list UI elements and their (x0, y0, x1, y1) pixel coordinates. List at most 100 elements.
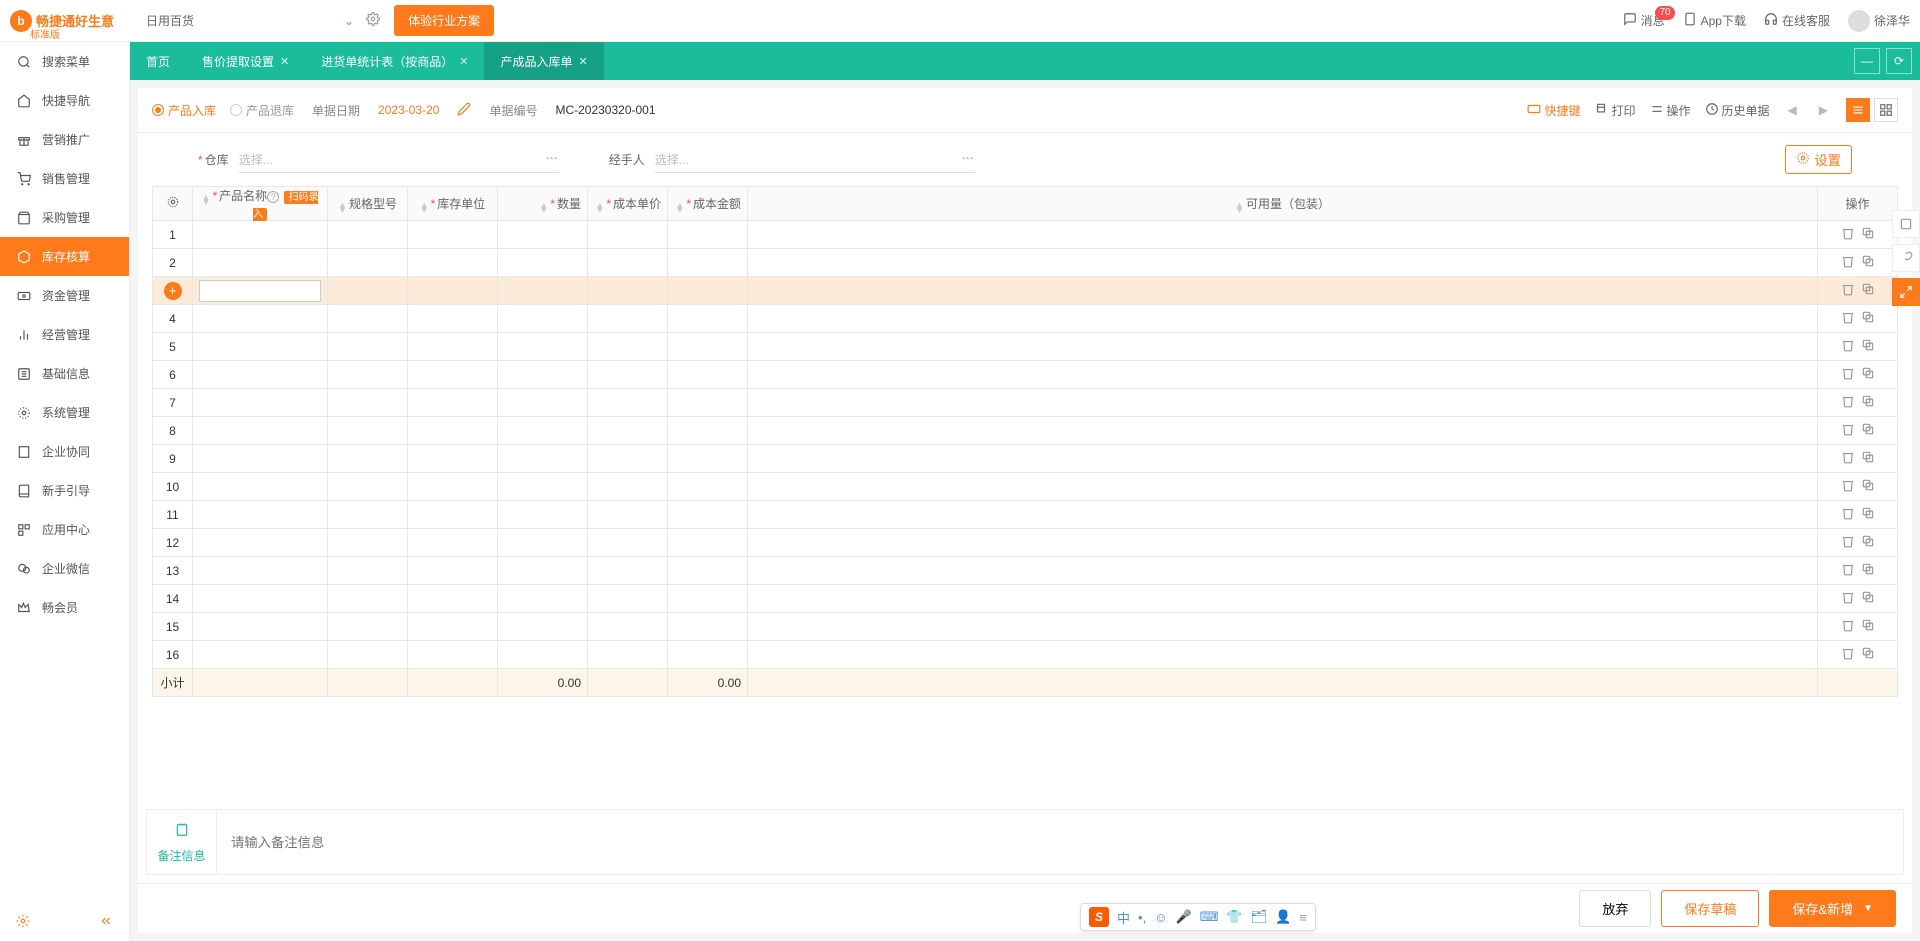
cell-spec[interactable] (328, 389, 408, 417)
cell-spec[interactable] (328, 221, 408, 249)
cell-avail[interactable] (748, 249, 1818, 277)
sidebar-item-member[interactable]: 畅会员 (0, 588, 129, 627)
col-available[interactable]: ▲▼可用量（包装） (748, 187, 1818, 221)
cell-amount[interactable] (668, 249, 748, 277)
collapse-icon[interactable] (99, 914, 113, 931)
cell-avail[interactable] (748, 389, 1818, 417)
category-select[interactable]: 日用百货 ⌄ (146, 12, 354, 29)
copy-row-icon[interactable] (1861, 534, 1875, 548)
cell-spec[interactable] (328, 277, 408, 305)
table-row[interactable]: 1 (153, 221, 1898, 249)
delete-row-icon[interactable] (1841, 618, 1855, 632)
cell-avail[interactable] (748, 221, 1818, 249)
table-row[interactable]: 13 (153, 557, 1898, 585)
sidebar-item-basicinfo[interactable]: 基础信息 (0, 354, 129, 393)
sidebar-item-guide[interactable]: 新手引导 (0, 471, 129, 510)
delete-row-icon[interactable] (1841, 506, 1855, 520)
cell-price[interactable] (588, 361, 668, 389)
ime-user-icon[interactable]: 👤 (1275, 909, 1291, 925)
cell-unit[interactable] (408, 221, 498, 249)
cell-spec[interactable] (328, 641, 408, 669)
cell-qty[interactable] (498, 305, 588, 333)
cell-qty[interactable] (498, 445, 588, 473)
cell-qty[interactable] (498, 529, 588, 557)
col-spec[interactable]: ▲▼规格型号 (328, 187, 408, 221)
cell-product-name[interactable] (193, 613, 328, 641)
cell-spec[interactable] (328, 305, 408, 333)
cell-amount[interactable] (668, 305, 748, 333)
ime-voice-icon[interactable]: 🎤 (1175, 909, 1191, 925)
table-row[interactable]: 8 (153, 417, 1898, 445)
delete-row-icon[interactable] (1841, 646, 1855, 660)
ime-lang[interactable]: 中 (1117, 908, 1130, 927)
cell-unit[interactable] (408, 501, 498, 529)
delete-row-icon[interactable] (1841, 254, 1855, 268)
cell-avail[interactable] (748, 333, 1818, 361)
prev-doc-icon[interactable]: ◀ (1784, 103, 1801, 117)
cell-amount[interactable] (668, 445, 748, 473)
ime-menu-icon[interactable]: ≡ (1299, 910, 1307, 925)
cell-product-name[interactable] (193, 389, 328, 417)
cell-qty[interactable] (498, 613, 588, 641)
add-row-button[interactable]: + (164, 282, 182, 300)
ime-punct-icon[interactable]: •, (1138, 910, 1146, 925)
cell-price[interactable] (588, 221, 668, 249)
copy-row-icon[interactable] (1861, 338, 1875, 352)
cell-unit[interactable] (408, 613, 498, 641)
delete-row-icon[interactable] (1841, 478, 1855, 492)
table-row[interactable]: 15 (153, 613, 1898, 641)
table-row[interactable]: 9 (153, 445, 1898, 473)
cell-spec[interactable] (328, 249, 408, 277)
user-menu[interactable]: 徐泽华 (1848, 10, 1910, 32)
cell-price[interactable] (588, 417, 668, 445)
cell-spec[interactable] (328, 473, 408, 501)
cell-price[interactable] (588, 613, 668, 641)
save-new-button[interactable]: 保存&新增▼ (1769, 890, 1896, 927)
remark-input[interactable] (217, 810, 1903, 874)
refresh-button[interactable]: ⟳ (1886, 48, 1912, 74)
view-grid-button[interactable] (1874, 98, 1898, 122)
delete-row-icon[interactable] (1841, 310, 1855, 324)
sort-icon[interactable]: ▲▼ (420, 203, 429, 213)
copy-row-icon[interactable] (1861, 618, 1875, 632)
discard-button[interactable]: 放弃 (1579, 890, 1651, 927)
ime-keyboard-icon[interactable]: ⌨ (1200, 909, 1219, 925)
next-doc-icon[interactable]: ▶ (1815, 103, 1832, 117)
cell-qty[interactable] (498, 557, 588, 585)
cell-product-name[interactable] (193, 277, 328, 305)
radio-product-in[interactable]: 产品入库 (152, 102, 216, 119)
cell-amount[interactable] (668, 613, 748, 641)
cell-qty[interactable] (498, 333, 588, 361)
cell-price[interactable] (588, 445, 668, 473)
try-industry-button[interactable]: 体验行业方案 (394, 5, 494, 36)
tab-price-settings[interactable]: 售价提取设置✕ (186, 42, 305, 80)
cell-unit[interactable] (408, 305, 498, 333)
tab-purchase-stats[interactable]: 进货单统计表（按商品）✕ (305, 42, 484, 80)
cell-qty[interactable] (498, 361, 588, 389)
gear-icon[interactable] (366, 12, 380, 29)
cell-product-name[interactable] (193, 249, 328, 277)
sidebar-item-finance[interactable]: 资金管理 (0, 276, 129, 315)
sidebar-item-quicknav[interactable]: 快捷导航 (0, 81, 129, 120)
table-row[interactable]: 6 (153, 361, 1898, 389)
cell-price[interactable] (588, 305, 668, 333)
cell-spec[interactable] (328, 333, 408, 361)
table-row[interactable]: 5 (153, 333, 1898, 361)
copy-row-icon[interactable] (1861, 450, 1875, 464)
cell-spec[interactable] (328, 501, 408, 529)
copy-row-icon[interactable] (1861, 310, 1875, 324)
cell-product-name[interactable] (193, 221, 328, 249)
cell-amount[interactable] (668, 585, 748, 613)
help-icon[interactable]: ? (267, 191, 279, 203)
delete-row-icon[interactable] (1841, 450, 1855, 464)
operate-button[interactable]: 操作 (1650, 102, 1691, 119)
cell-product-name[interactable] (193, 445, 328, 473)
table-row[interactable]: 16 (153, 641, 1898, 669)
edit-date-icon[interactable] (457, 102, 471, 119)
delete-row-icon[interactable] (1841, 422, 1855, 436)
cell-qty[interactable] (498, 501, 588, 529)
cell-qty[interactable] (498, 641, 588, 669)
cell-spec[interactable] (328, 613, 408, 641)
col-product-name[interactable]: ▲▼*产品名称? 扫码录入 (193, 187, 328, 221)
app-download-button[interactable]: App下载 (1683, 12, 1746, 29)
